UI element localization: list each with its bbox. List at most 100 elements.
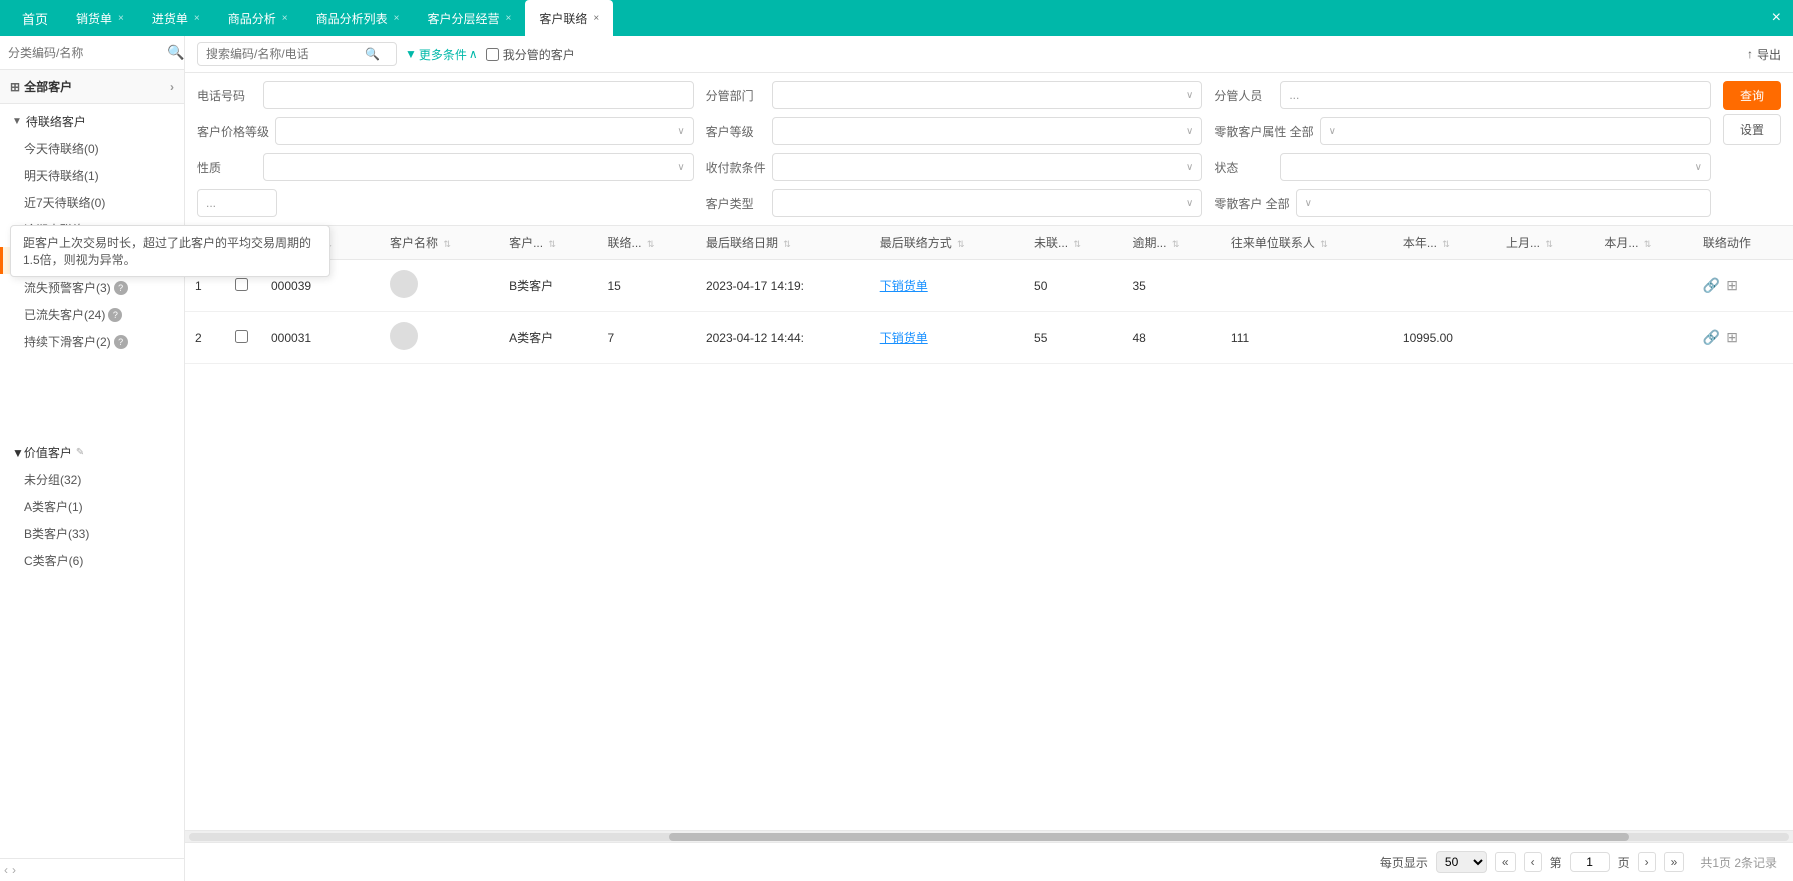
next-page-button[interactable]: › [1638,852,1656,872]
last-contact-method-sort-icon[interactable]: ⇅ [957,239,965,249]
nav-sales-order[interactable]: 销货单 × [62,0,138,36]
filter-customer-level-input[interactable]: ∨ [772,117,1203,145]
export-button[interactable]: ↑ 导出 [1747,46,1781,63]
row2-link-icon[interactable]: 🔗 [1703,329,1720,346]
sidebar-item-tomorrow[interactable]: 明天待联络(1) [0,162,184,189]
close-all-tabs-button[interactable]: × [1772,9,1781,27]
customer-name-sort-icon[interactable]: ⇅ [443,239,451,249]
sidebar-item-today[interactable]: 今天待联络(0) [0,135,184,162]
sidebar-left-arrow[interactable]: ‹ [4,863,8,877]
sidebar-item-loss-warning[interactable]: 流失预警客户(3) ? [0,274,184,301]
close-product-analysis-list-icon[interactable]: × [394,13,400,24]
grid-icon: ⊞ [10,80,20,94]
filter-manager-input[interactable]: ... [1280,81,1711,109]
filter-status-input[interactable]: ∨ [1280,153,1711,181]
filter-retail-attr-input[interactable]: ∨ [1320,117,1711,145]
filter-payment-input[interactable]: ∨ [772,153,1203,181]
lost-info-icon[interactable]: ? [108,308,122,322]
horizontal-scrollbar[interactable] [185,830,1793,842]
loss-warning-info-icon[interactable]: ? [114,281,128,295]
my-customers-checkbox-label[interactable]: 我分管的客户 [486,46,575,63]
sidebar-item-c-class[interactable]: C类客户(6) [0,547,184,574]
filter-more-conditions[interactable]: ▼ 更多条件 ∧ [405,46,478,63]
filter-more-dot-input[interactable]: ... [197,189,277,217]
payment-arrow-icon: ∨ [1186,162,1193,173]
row1-grid-icon[interactable]: ⊞ [1726,277,1738,294]
filter-payment: 收付款条件 ∨ [706,153,1203,181]
sidebar-search-icon[interactable]: 🔍 [167,44,184,61]
sidebar-item-ungroup[interactable]: 未分组(32) [0,466,184,493]
row1-action-icons: 🔗 ⊞ [1703,277,1783,294]
last-page-button[interactable]: » [1664,852,1685,872]
value-customers-header[interactable]: ▼ 价值客户 ✎ [0,439,184,466]
row2-checkbox[interactable] [235,330,248,343]
row2-this-year: 10995.00 [1393,312,1496,364]
row2-index: 2 [185,312,225,364]
all-customers-header[interactable]: ⊞ 全部客户 › [0,70,184,104]
price-level-arrow-icon: ∨ [677,126,684,137]
row1-checkbox[interactable] [235,278,248,291]
collapse-icon[interactable]: › [170,80,174,94]
overdue-sort-icon[interactable]: ⇅ [1172,239,1180,249]
close-purchase-order-icon[interactable]: × [194,13,200,24]
page-label: 第 [1550,854,1562,871]
nav-customer-tier[interactable]: 客户分层经营 × [413,0,525,36]
nav-customer-contact[interactable]: 客户联络 × [525,0,613,36]
filter-phone-input[interactable] [263,81,694,109]
pending-contact-group-header[interactable]: ▼ 待联络客户 [0,108,184,135]
sidebar-item-b-class[interactable]: B类客户(33) [0,520,184,547]
last-month-sort-icon[interactable]: ⇅ [1545,239,1553,249]
declining-info-icon[interactable]: ? [114,335,128,349]
col-uncontacted: 未联... ⇅ [1024,226,1122,260]
sidebar-item-declining[interactable]: 持续下滑客户(2) ? [0,328,184,355]
nav-product-analysis[interactable]: 商品分析 × [214,0,302,36]
filter-customer-type-input[interactable]: ∨ [772,189,1203,217]
sidebar-right-arrow[interactable]: › [12,863,16,877]
per-page-select[interactable]: 50 100 200 [1436,851,1487,873]
query-button[interactable]: 查询 [1723,81,1781,110]
this-month-sort-icon[interactable]: ⇅ [1644,239,1652,249]
customer-type-sort-icon[interactable]: ⇅ [548,239,556,249]
settings-button[interactable]: 设置 [1723,114,1781,145]
first-page-button[interactable]: « [1495,852,1516,872]
sidebar-item-a-class[interactable]: A类客户(1) [0,493,184,520]
row1-link-icon[interactable]: 🔗 [1703,277,1720,294]
filter-nature-input[interactable]: ∨ [263,153,694,181]
sidebar-search-input[interactable] [8,46,163,60]
this-year-sort-icon[interactable]: ⇅ [1442,239,1450,249]
uncontacted-sort-icon[interactable]: ⇅ [1073,239,1081,249]
nav-product-analysis-list[interactable]: 商品分析列表 × [302,0,414,36]
filter-search-box[interactable]: 🔍 [197,42,397,66]
row2-checkbox-cell[interactable] [225,312,261,364]
my-customers-checkbox[interactable] [486,48,499,61]
filter-search-icon[interactable]: 🔍 [365,47,380,61]
filter-retail-customer-input[interactable]: ∨ [1296,189,1711,217]
sidebar-item-lost[interactable]: 已流失客户(24) ? [0,301,184,328]
nav-home[interactable]: 首页 [8,0,62,36]
close-sales-order-icon[interactable]: × [118,13,124,24]
retail-customer-arrow-icon: ∨ [1305,198,1312,209]
prev-page-button[interactable]: ‹ [1524,852,1542,872]
table-scroll[interactable]: ⚙ 客户编码 ⇅ 客户名称 [185,226,1793,830]
filter-price-level-input[interactable]: ∨ [275,117,694,145]
close-product-analysis-icon[interactable]: × [282,13,288,24]
filter-dept: 分管部门 ∨ [706,81,1203,109]
row2-grid-icon[interactable]: ⊞ [1726,329,1738,346]
contact-person-sort-icon[interactable]: ⇅ [1320,239,1328,249]
edit-icon[interactable]: ✎ [76,447,84,458]
filter-search-input[interactable] [206,47,361,61]
contact-count-sort-icon[interactable]: ⇅ [647,239,655,249]
scrollbar-thumb[interactable] [669,833,1629,841]
page-number-input[interactable] [1570,852,1610,872]
sidebar-item-7days[interactable]: 近7天待联络(0) [0,189,184,216]
filter-price-level: 客户价格等级 ∨ [197,117,694,145]
customer-type-arrow-icon: ∨ [1186,198,1193,209]
row2-last-method[interactable]: 下销货单 [870,312,1024,364]
filter-dept-input[interactable]: ∨ [772,81,1203,109]
close-customer-tier-icon[interactable]: × [505,13,511,24]
last-contact-date-sort-icon[interactable]: ⇅ [783,239,791,249]
per-page-label: 每页显示 [1380,854,1428,871]
row1-last-method[interactable]: 下销货单 [870,260,1024,312]
nav-purchase-order[interactable]: 进货单 × [138,0,214,36]
close-customer-contact-icon[interactable]: × [593,13,599,24]
